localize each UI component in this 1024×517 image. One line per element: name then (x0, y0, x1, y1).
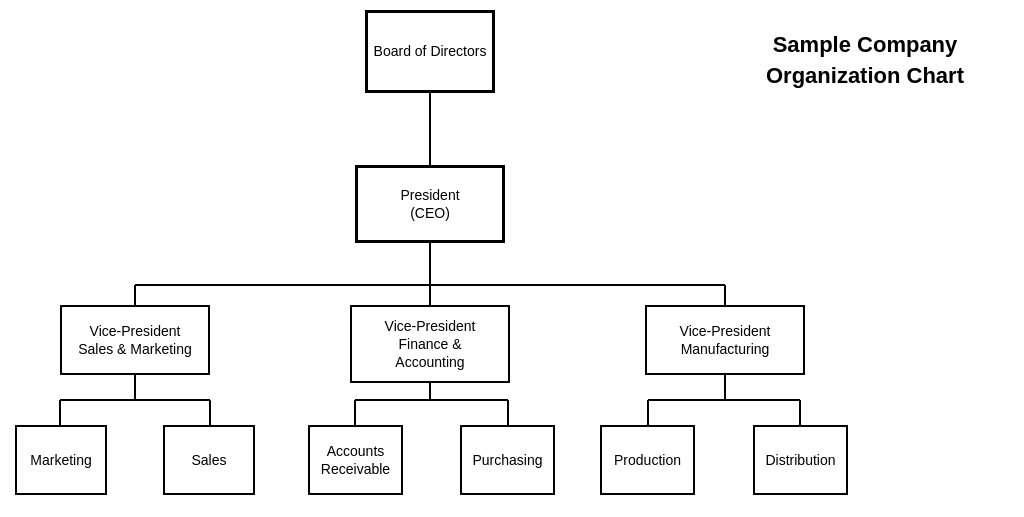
vp-manufacturing-box: Vice-President Manufacturing (645, 305, 805, 375)
org-chart: Sample Company Organization Chart (0, 0, 1024, 517)
chart-title: Sample Company Organization Chart (766, 30, 964, 92)
vp-finance-box: Vice-President Finance & Accounting (350, 305, 510, 383)
production-box: Production (600, 425, 695, 495)
board-box: Board of Directors (365, 10, 495, 93)
distribution-box: Distribution (753, 425, 848, 495)
marketing-box: Marketing (15, 425, 107, 495)
accounts-receivable-box: Accounts Receivable (308, 425, 403, 495)
sales-box: Sales (163, 425, 255, 495)
purchasing-box: Purchasing (460, 425, 555, 495)
president-box: President (CEO) (355, 165, 505, 243)
vp-sales-box: Vice-President Sales & Marketing (60, 305, 210, 375)
